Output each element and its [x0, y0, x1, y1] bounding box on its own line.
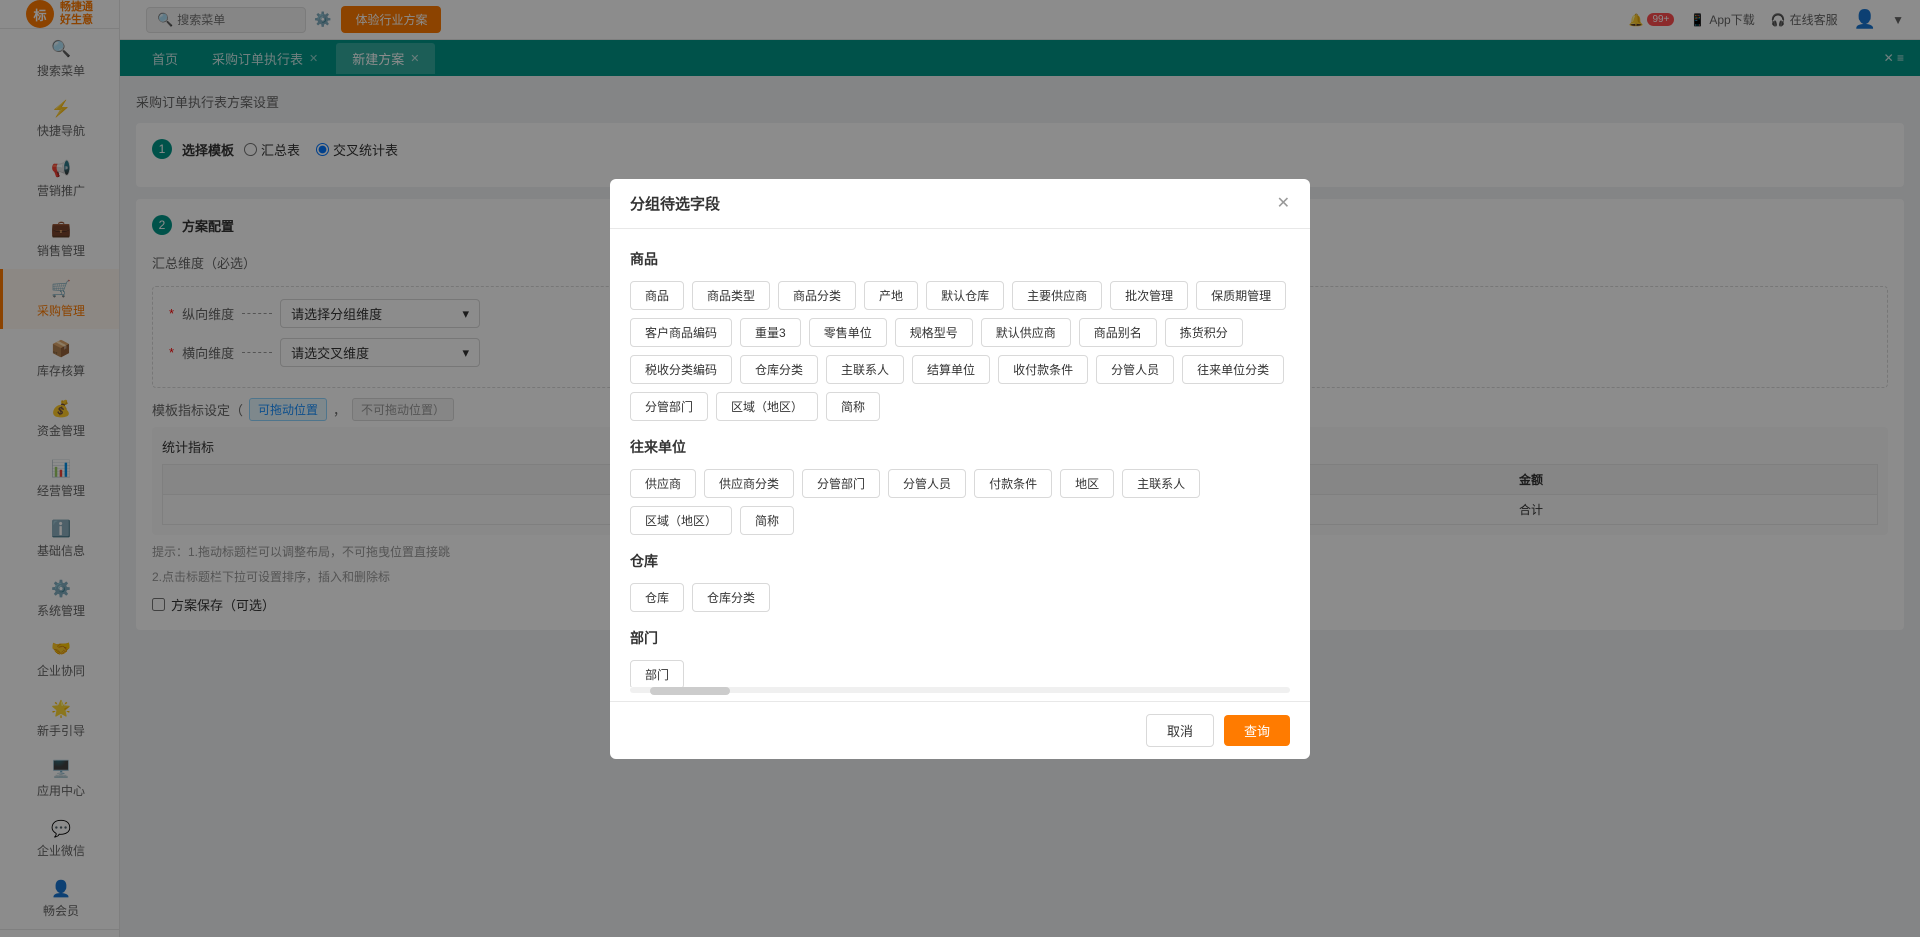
- field-tag-0-0[interactable]: 商品: [630, 281, 684, 310]
- field-tag-1-7[interactable]: 区域（地区）: [630, 506, 732, 535]
- field-tag-0-7[interactable]: 保质期管理: [1196, 281, 1286, 310]
- field-tag-0-21[interactable]: 往来单位分类: [1182, 355, 1284, 384]
- field-tags-2: 仓库仓库分类: [630, 583, 1290, 612]
- field-tag-0-2[interactable]: 商品分类: [778, 281, 856, 310]
- field-tag-2-1[interactable]: 仓库分类: [692, 583, 770, 612]
- modal-hscroll[interactable]: [630, 687, 1290, 693]
- field-tag-0-8[interactable]: 客户商品编码: [630, 318, 732, 347]
- field-tag-1-1[interactable]: 供应商分类: [704, 469, 794, 498]
- section-title-0: 商品: [630, 249, 1290, 269]
- cancel-button[interactable]: 取消: [1146, 714, 1214, 747]
- confirm-button[interactable]: 查询: [1224, 715, 1290, 746]
- field-tag-1-8[interactable]: 简称: [740, 506, 794, 535]
- field-tag-1-4[interactable]: 付款条件: [974, 469, 1052, 498]
- field-tag-0-19[interactable]: 收付款条件: [998, 355, 1088, 384]
- field-tags-0: 商品商品类型商品分类产地默认仓库主要供应商批次管理保质期管理客户商品编码重量3 零…: [630, 281, 1290, 421]
- field-tag-2-0[interactable]: 仓库: [630, 583, 684, 612]
- field-select-modal: 分组待选字段 ✕ 商品商品商品类型商品分类产地默认仓库主要供应商批次管理保质期管…: [610, 179, 1310, 759]
- section-title-2: 仓库: [630, 551, 1290, 571]
- field-tags-3: 部门: [630, 660, 1290, 687]
- field-tag-1-3[interactable]: 分管人员: [888, 469, 966, 498]
- field-tag-0-22[interactable]: 分管部门: [630, 392, 708, 421]
- field-tag-0-12[interactable]: 默认供应商: [981, 318, 1071, 347]
- hscroll-thumb: [650, 687, 730, 695]
- field-tag-0-17[interactable]: 主联系人: [826, 355, 904, 384]
- field-tag-0-11[interactable]: 规格型号: [895, 318, 973, 347]
- field-tags-1: 供应商供应商分类分管部门分管人员付款条件地区主联系人区域（地区） 简称: [630, 469, 1290, 535]
- modal-overlay: 分组待选字段 ✕ 商品商品商品类型商品分类产地默认仓库主要供应商批次管理保质期管…: [0, 0, 1920, 937]
- field-tag-0-14[interactable]: 拣货积分: [1165, 318, 1243, 347]
- modal-header: 分组待选字段 ✕: [610, 179, 1310, 229]
- field-tag-0-13[interactable]: 商品别名: [1079, 318, 1157, 347]
- modal-footer: 取消 查询: [610, 701, 1310, 759]
- field-tag-1-0[interactable]: 供应商: [630, 469, 696, 498]
- modal-body[interactable]: 商品商品商品类型商品分类产地默认仓库主要供应商批次管理保质期管理客户商品编码重量…: [610, 229, 1310, 687]
- field-tag-0-15[interactable]: 税收分类编码: [630, 355, 732, 384]
- field-tag-0-3[interactable]: 产地: [864, 281, 918, 310]
- field-tag-3-0[interactable]: 部门: [630, 660, 684, 687]
- field-tag-0-23[interactable]: 区域（地区）: [716, 392, 818, 421]
- field-tag-1-2[interactable]: 分管部门: [802, 469, 880, 498]
- field-tag-0-18[interactable]: 结算单位: [912, 355, 990, 384]
- section-title-1: 往来单位: [630, 437, 1290, 457]
- field-tag-0-20[interactable]: 分管人员: [1096, 355, 1174, 384]
- field-tag-0-4[interactable]: 默认仓库: [926, 281, 1004, 310]
- field-tag-0-16[interactable]: 仓库分类: [740, 355, 818, 384]
- field-tag-0-1[interactable]: 商品类型: [692, 281, 770, 310]
- field-tag-1-6[interactable]: 主联系人: [1122, 469, 1200, 498]
- field-tag-1-5[interactable]: 地区: [1060, 469, 1114, 498]
- field-tag-0-9[interactable]: 重量3: [740, 318, 801, 347]
- field-tag-0-24[interactable]: 简称: [826, 392, 880, 421]
- section-title-3: 部门: [630, 628, 1290, 648]
- field-tag-0-6[interactable]: 批次管理: [1110, 281, 1188, 310]
- modal-close-button[interactable]: ✕: [1277, 193, 1290, 213]
- field-tag-0-5[interactable]: 主要供应商: [1012, 281, 1102, 310]
- modal-title: 分组待选字段: [630, 193, 720, 214]
- field-tag-0-10[interactable]: 零售单位: [809, 318, 887, 347]
